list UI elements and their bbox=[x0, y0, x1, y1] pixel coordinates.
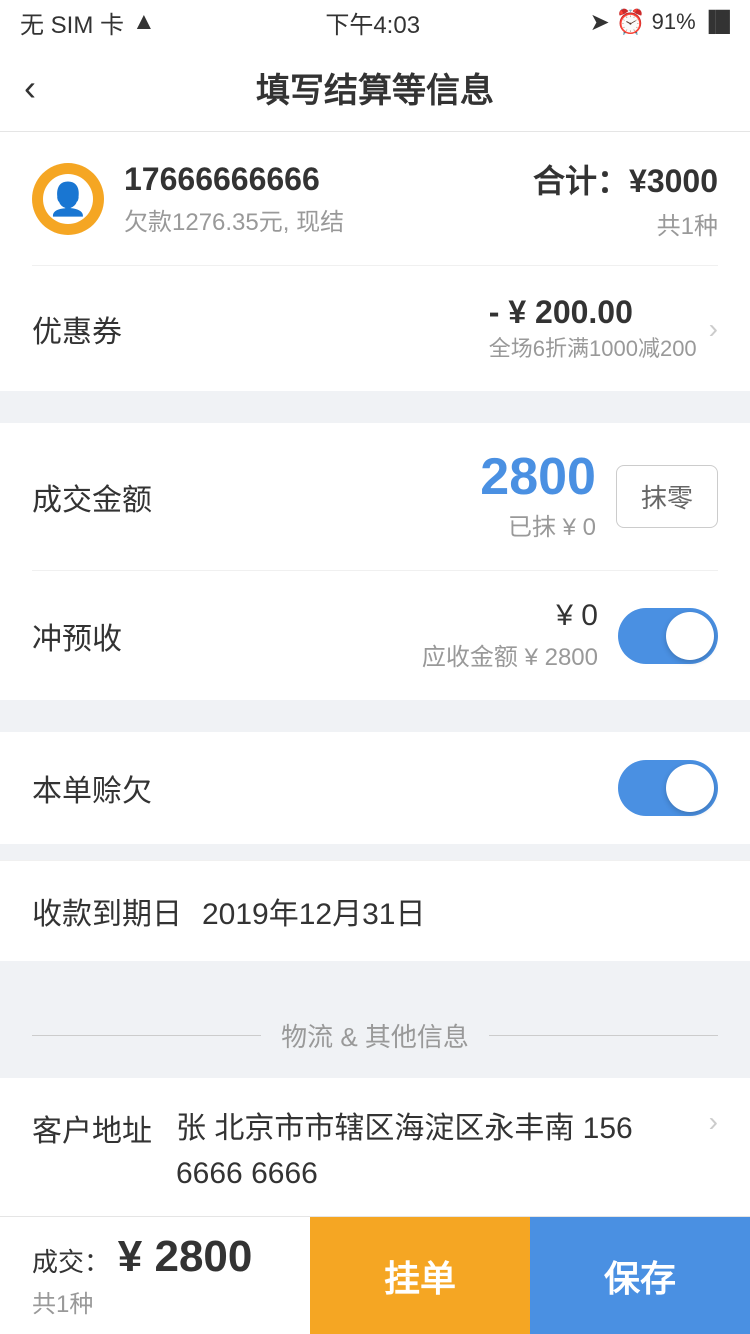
section-gap-1 bbox=[0, 407, 750, 423]
amount-value: 2800 bbox=[480, 451, 596, 503]
address-value: 张 北京市市辖区海淀区永丰南 156 6666 6666 bbox=[176, 1106, 697, 1196]
avatar: 👤 bbox=[32, 163, 104, 235]
total-label: 合计： bbox=[533, 163, 629, 199]
coupon-discount: - ¥ 200.00 bbox=[489, 294, 697, 331]
amount-sub: 已抹 ¥ 0 bbox=[480, 507, 596, 542]
chong-row: 冲预收 ¥ 0 应收金额 ¥ 2800 bbox=[0, 571, 750, 700]
coupon-chevron-icon: › bbox=[709, 313, 718, 345]
coupon-row[interactable]: 优惠券 - ¥ 200.00 全场6折满1000减200 › bbox=[0, 266, 750, 391]
coupon-desc: 全场6折满1000减200 bbox=[489, 331, 697, 363]
bottom-summary: 成交： ¥ 2800 共1种 bbox=[0, 1232, 310, 1319]
address-label: 客户地址 bbox=[32, 1106, 152, 1150]
due-date-label: 收款到期日 bbox=[32, 889, 182, 933]
battery-icon: ▐█ bbox=[702, 11, 730, 34]
due-date-section: 收款到期日 2019年12月31日 bbox=[0, 861, 750, 961]
back-button[interactable]: ‹ bbox=[24, 67, 36, 109]
section-gap-2 bbox=[0, 716, 750, 732]
bottom-count: 共1种 bbox=[32, 1284, 278, 1319]
amount-label: 成交金额 bbox=[32, 475, 152, 519]
amount-row: 成交金额 2800 已抹 ¥ 0 抹零 bbox=[0, 423, 750, 570]
status-right: ➤ ⏰ 91% ▐█ bbox=[590, 8, 730, 37]
amount-right: 2800 已抹 ¥ 0 抹零 bbox=[480, 451, 718, 542]
toggle-knob bbox=[666, 612, 714, 660]
bottom-bar: 成交： ¥ 2800 共1种 挂单 保存 bbox=[0, 1216, 750, 1334]
customer-debt: 欠款1276.35元, 现结 bbox=[124, 202, 533, 237]
coupon-label: 优惠券 bbox=[32, 307, 122, 351]
sheqian-toggle-knob bbox=[666, 764, 714, 812]
sheqian-label: 本单赊欠 bbox=[32, 766, 152, 810]
chong-sub: 应收金额 ¥ 2800 bbox=[422, 637, 598, 672]
logistics-line-right bbox=[489, 1035, 718, 1036]
logistics-divider: 物流 & 其他信息 bbox=[0, 993, 750, 1078]
logistics-line-left bbox=[32, 1035, 261, 1036]
wifi-icon: ▲ bbox=[132, 8, 156, 36]
guadan-button[interactable]: 挂单 bbox=[310, 1217, 530, 1334]
total-count: 共1种 bbox=[533, 206, 718, 241]
chong-right: ¥ 0 应收金额 ¥ 2800 bbox=[422, 599, 718, 672]
logistics-text: 物流 & 其他信息 bbox=[281, 1017, 469, 1054]
customer-phone: 17666666666 bbox=[124, 161, 533, 198]
chong-toggle[interactable] bbox=[618, 608, 718, 664]
location-icon: ➤ bbox=[590, 8, 610, 37]
coupon-right: - ¥ 200.00 全场6折满1000减200 › bbox=[489, 294, 718, 363]
chong-label: 冲预收 bbox=[32, 614, 122, 658]
content-area: 👤 17666666666 欠款1276.35元, 现结 合计：¥3000 共1… bbox=[0, 132, 750, 1334]
total-amount: 合计：¥3000 bbox=[533, 156, 718, 202]
customer-card: 👤 17666666666 欠款1276.35元, 现结 合计：¥3000 共1… bbox=[0, 132, 750, 391]
battery-text: 91% bbox=[652, 9, 696, 35]
avatar-icon: 👤 bbox=[48, 180, 88, 218]
section-gap-3 bbox=[0, 977, 750, 993]
status-bar: 无 SIM 卡 ▲ 下午4:03 ➤ ⏰ 91% ▐█ bbox=[0, 0, 750, 44]
alarm-icon: ⏰ bbox=[616, 8, 646, 37]
bottom-chengjiao-label: 成交： bbox=[32, 1247, 110, 1277]
carrier-text: 无 SIM 卡 bbox=[20, 5, 124, 40]
sheqian-section: 本单赊欠 bbox=[0, 732, 750, 844]
mozero-button[interactable]: 抹零 bbox=[616, 465, 718, 528]
address-chevron-icon: › bbox=[709, 1106, 718, 1138]
chong-values: ¥ 0 应收金额 ¥ 2800 bbox=[422, 599, 598, 672]
bottom-chengjiao-row: 成交： ¥ 2800 bbox=[32, 1232, 278, 1282]
customer-row: 👤 17666666666 欠款1276.35元, 现结 合计：¥3000 共1… bbox=[0, 132, 750, 265]
total-value: ¥3000 bbox=[629, 163, 718, 199]
status-time: 下午4:03 bbox=[325, 5, 420, 40]
nav-bar: ‹ 填写结算等信息 bbox=[0, 44, 750, 132]
page-title: 填写结算等信息 bbox=[256, 63, 494, 112]
customer-info: 17666666666 欠款1276.35元, 现结 bbox=[124, 161, 533, 237]
due-date-value: 2019年12月31日 bbox=[202, 889, 425, 933]
status-left: 无 SIM 卡 ▲ bbox=[20, 5, 156, 40]
bottom-price: ¥ 2800 bbox=[118, 1232, 253, 1281]
sheqian-toggle[interactable] bbox=[618, 760, 718, 816]
save-button[interactable]: 保存 bbox=[530, 1217, 750, 1334]
chong-amount: ¥ 0 bbox=[422, 599, 598, 633]
amount-section: 成交金额 2800 已抹 ¥ 0 抹零 冲预收 ¥ 0 应收金额 ¥ 2800 bbox=[0, 423, 750, 700]
customer-total: 合计：¥3000 共1种 bbox=[533, 156, 718, 241]
address-row[interactable]: 客户地址 张 北京市市辖区海淀区永丰南 156 6666 6666 › bbox=[0, 1078, 750, 1224]
